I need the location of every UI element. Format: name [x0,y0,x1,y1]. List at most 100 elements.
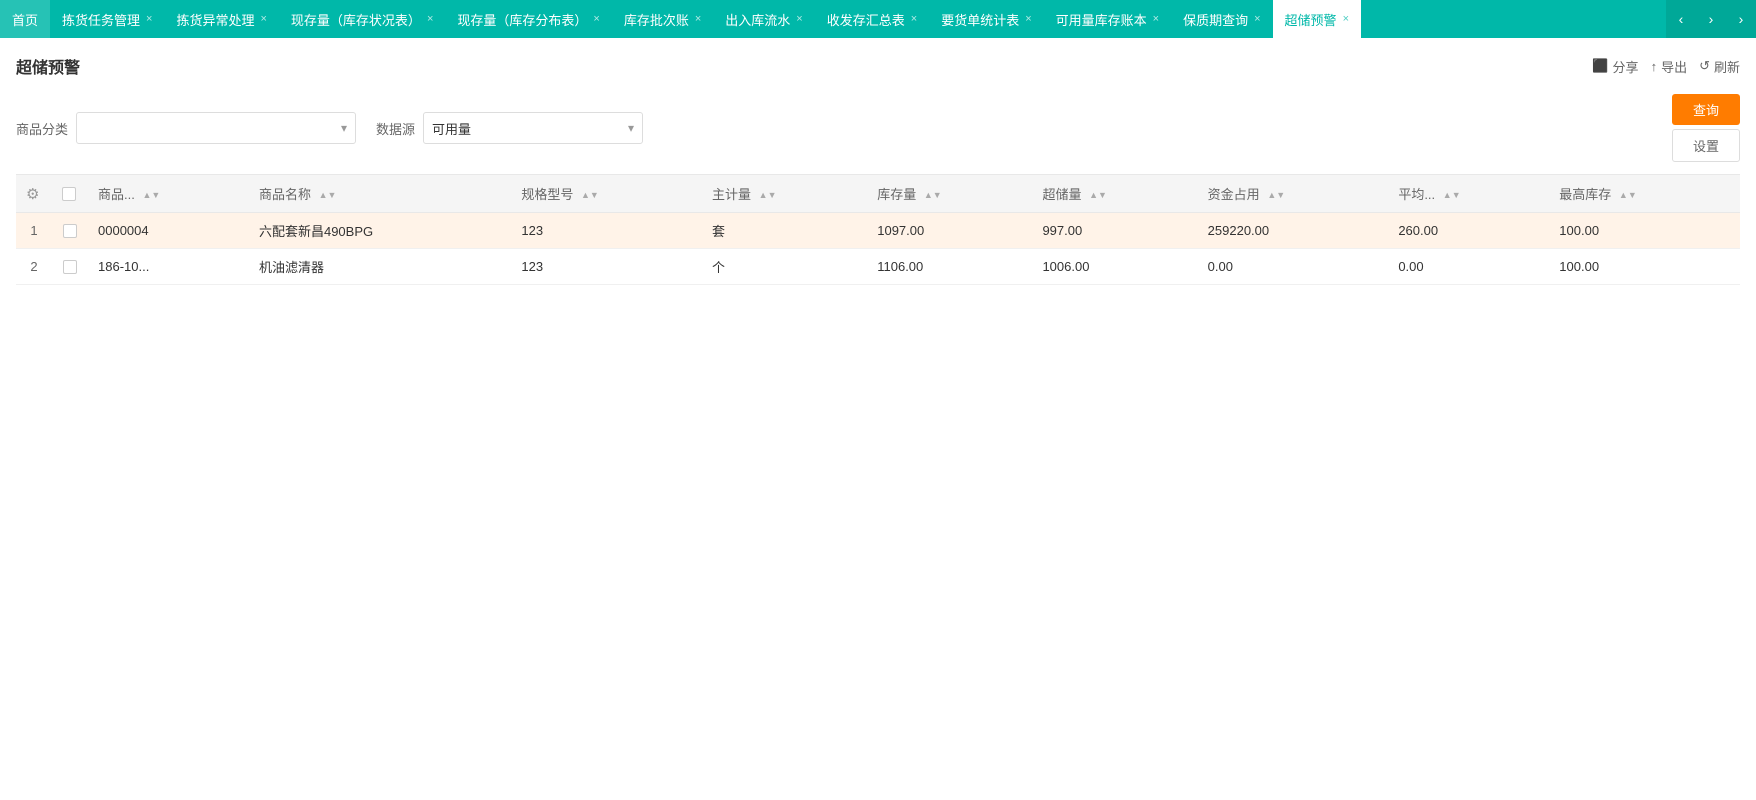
header-checkbox[interactable] [62,187,76,201]
product-code-cell: 0000004 [88,213,249,249]
avg-cell: 260.00 [1388,213,1549,249]
nav-item-首页[interactable]: 首页 [0,0,50,38]
nav-item-label: 拣货任务管理 [62,10,140,29]
set-button[interactable]: 设置 [1672,129,1740,162]
row-settings-cell: 1 [16,213,52,249]
col-maxstock-sort-icon[interactable]: ▲▼ [1619,191,1637,200]
export-label: 导出 [1661,57,1687,76]
col-avg-sort-icon[interactable]: ▲▼ [1443,191,1461,200]
col-product-code-header: 商品... ▲▼ [88,175,249,213]
nav-prev-arrow[interactable]: ‹ [1666,0,1696,38]
col-stock-label: 库存量 [877,187,916,202]
page-header: 超储预警 ⬛ 分享 ↑ 导出 ↺ 刷新 [16,54,1740,78]
category-arrow-icon: ▾ [341,121,347,135]
page-title: 超储预警 [16,54,80,78]
nav-item-label: 拣货异常处理 [176,10,254,29]
page-content: 超储预警 ⬛ 分享 ↑ 导出 ↺ 刷新 商品分类 ▾ 数据源 [0,38,1756,800]
col-unit-label: 主计量 [712,187,751,202]
col-unit-sort-icon[interactable]: ▲▼ [759,191,777,200]
nav-close-icon[interactable]: × [146,13,152,25]
nav-item-label: 保质期查询 [1183,10,1248,29]
nav-item-现存量-库存分布表-[interactable]: 现存量（库存分布表）× [445,0,611,38]
nav-item-现存量-库存状况表-[interactable]: 现存量（库存状况表） × [279,0,445,38]
avg-cell: 0.00 [1388,249,1549,285]
nav-item-label: 要货单统计表 [941,10,1019,29]
row-checkbox[interactable] [63,224,77,238]
col-capital-sort-icon[interactable]: ▲▼ [1267,191,1285,200]
settings-gear-icon[interactable]: ⚙ [26,186,39,203]
nav-next-arrow[interactable]: › [1696,0,1726,38]
nav-close-icon[interactable]: × [796,13,802,25]
nav-close-icon[interactable]: × [593,13,599,25]
datasource-label: 数据源 [376,119,415,138]
col-overstock-label: 超储量 [1042,187,1081,202]
col-spec-label: 规格型号 [521,187,573,202]
category-select[interactable]: ▾ [76,112,356,144]
capital-cell: 259220.00 [1198,213,1389,249]
col-product-name-label: 商品名称 [259,187,311,202]
nav-item-可用量库存账本[interactable]: 可用量库存账本× [1044,0,1171,38]
refresh-button[interactable]: ↺ 刷新 [1699,57,1740,76]
col-product-name-sort-icon[interactable]: ▲▼ [319,191,337,200]
nav-item-保质期查询[interactable]: 保质期查询 × [1171,0,1272,38]
share-label: 分享 [1613,57,1639,76]
row-settings-cell: 2 [16,249,52,285]
nav-item-出入库流水[interactable]: 出入库流水 × [713,0,814,38]
nav-item-收发存汇总表[interactable]: 收发存汇总表 × [815,0,929,38]
col-spec-sort-icon[interactable]: ▲▼ [581,191,599,200]
export-button[interactable]: ↑ 导出 [1651,57,1688,76]
row-checkbox[interactable] [63,260,77,274]
nav-close-icon[interactable]: × [911,13,917,25]
unit-cell: 个 [702,249,867,285]
nav-item-超储预警[interactable]: 超储预警 × [1273,0,1361,38]
header-actions: ⬛ 分享 ↑ 导出 ↺ 刷新 [1592,57,1740,76]
nav-close-icon[interactable]: × [1153,13,1159,25]
nav-bar: 首页拣货任务管理×拣货异常处理×现存量（库存状况表）×现存量（库存分布表）×库存… [0,0,1756,38]
category-label: 商品分类 [16,119,68,138]
col-stock-sort-icon[interactable]: ▲▼ [924,191,942,200]
table-header-row: ⚙ 商品... ▲▼ 商品名称 ▲▼ 规格型号 ▲▼ 主计 [16,175,1740,213]
nav-close-icon[interactable]: × [260,13,266,25]
nav-close-icon[interactable]: × [1025,13,1031,25]
data-table: ⚙ 商品... ▲▼ 商品名称 ▲▼ 规格型号 ▲▼ 主计 [16,174,1740,285]
table-row: 2186-10...机油滤清器123个1106.001006.000.000.0… [16,249,1740,285]
col-settings-header: ⚙ [16,175,52,213]
nav-more-arrow[interactable]: › [1726,0,1756,38]
nav-item-label: 库存批次账 [624,10,689,29]
share-button[interactable]: ⬛ 分享 [1592,57,1638,76]
export-icon: ↑ [1651,59,1658,74]
nav-close-icon[interactable]: × [1254,13,1260,25]
col-unit-header: 主计量 ▲▼ [702,175,867,213]
nav-close-icon[interactable]: × [427,13,433,25]
refresh-label: 刷新 [1714,57,1740,76]
datasource-select[interactable]: 可用量 ▾ [423,112,643,144]
col-maxstock-header: 最高库存 ▲▼ [1549,175,1740,213]
nav-item-拣货异常处理[interactable]: 拣货异常处理 × [164,0,278,38]
nav-item-label: 出入库流水 [725,10,790,29]
product-name-cell: 六配套新昌490BPG [249,213,511,249]
capital-cell: 0.00 [1198,249,1389,285]
nav-item-label: 超储预警 [1285,10,1337,29]
nav-close-icon[interactable]: × [1343,13,1349,25]
max-stock-cell: 100.00 [1549,249,1740,285]
nav-item-label: 现存量（库存状况表） [291,10,421,29]
col-product-name-header: 商品名称 ▲▼ [249,175,511,213]
nav-item-库存批次账[interactable]: 库存批次账 × [612,0,713,38]
nav-item-label: 收发存汇总表 [827,10,905,29]
col-capital-label: 资金占用 [1208,187,1260,202]
refresh-icon: ↺ [1699,58,1710,74]
category-filter: 商品分类 ▾ [16,112,356,144]
product-code-cell: 186-10... [88,249,249,285]
col-product-code-sort-icon[interactable]: ▲▼ [142,191,160,200]
nav-close-icon[interactable]: × [695,13,701,25]
datasource-filter: 数据源 可用量 ▾ [376,112,643,144]
row-checkbox-cell [52,249,88,285]
col-overstock-sort-icon[interactable]: ▲▼ [1089,191,1107,200]
query-button[interactable]: 查询 [1672,94,1740,125]
nav-item-拣货任务管理[interactable]: 拣货任务管理 × [50,0,164,38]
col-checkbox-header [52,175,88,213]
nav-item-要货单统计表[interactable]: 要货单统计表 × [929,0,1043,38]
col-maxstock-label: 最高库存 [1559,187,1611,202]
datasource-value: 可用量 [432,119,471,138]
col-capital-header: 资金占用 ▲▼ [1198,175,1389,213]
